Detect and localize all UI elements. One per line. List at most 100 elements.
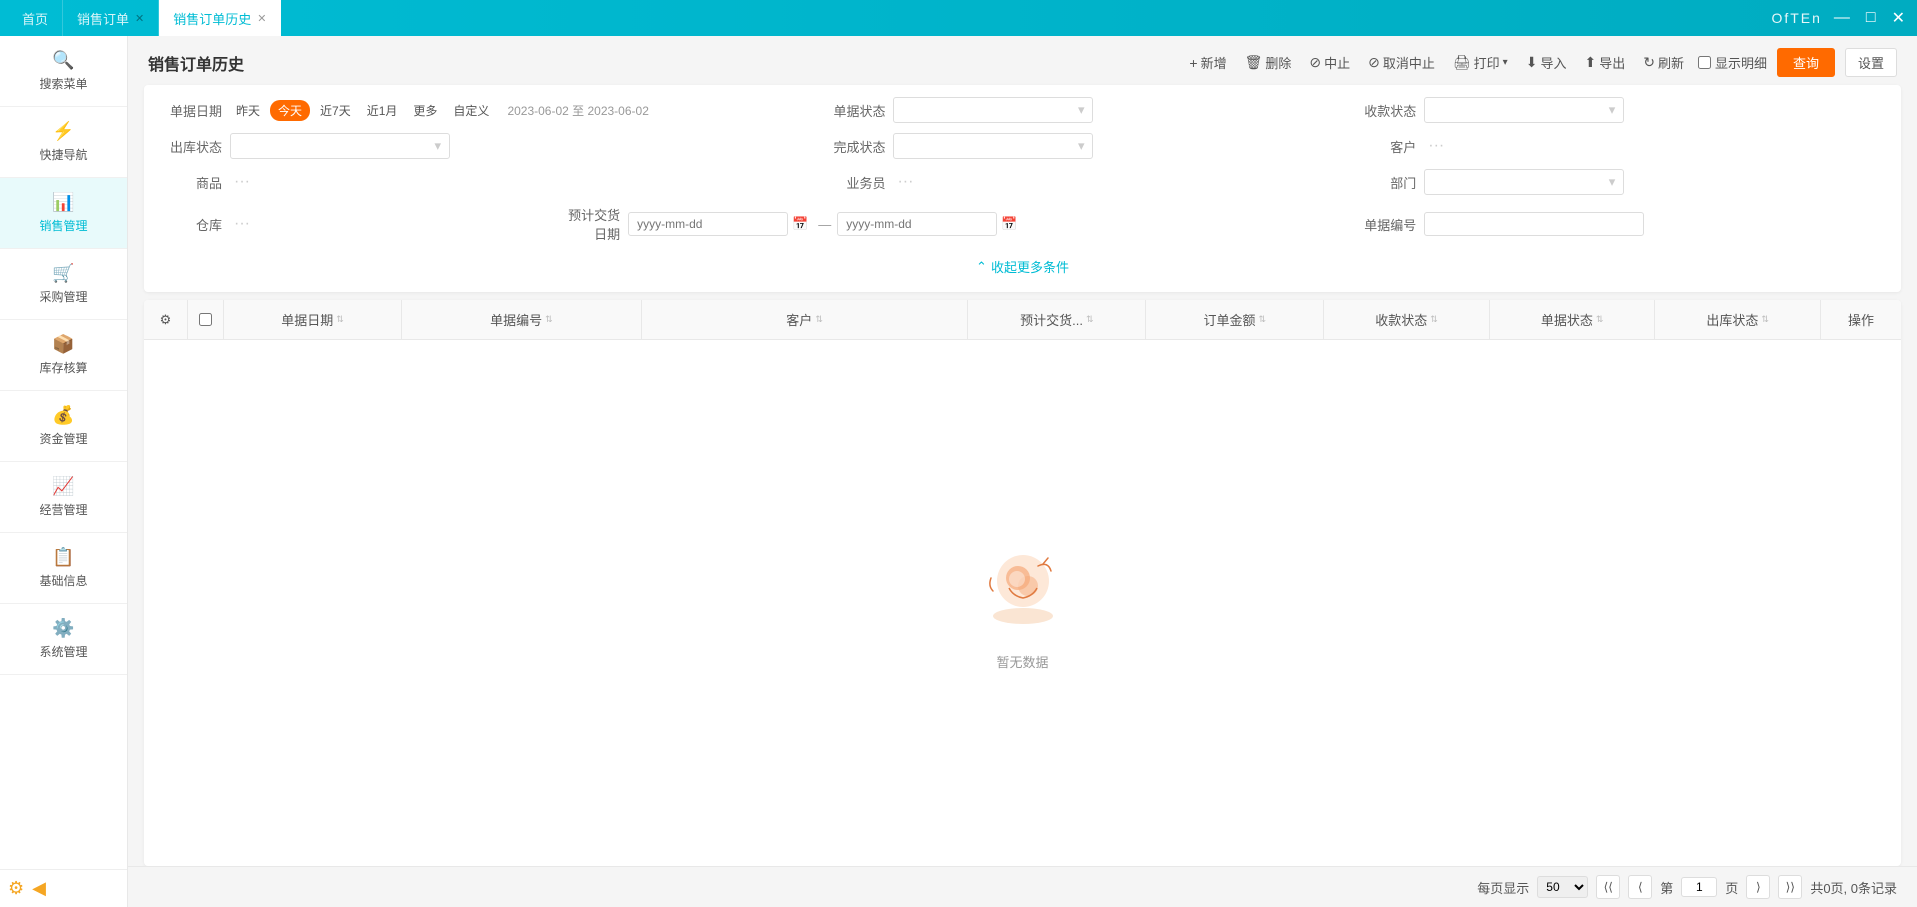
page-unit-label: 页 [1725, 878, 1738, 897]
refresh-label: 刷新 [1658, 53, 1684, 72]
sidebar-item-quicknav-label: 快捷导航 [39, 146, 87, 163]
filter-complete-status-select[interactable]: ▾ [893, 133, 1093, 159]
page-number-input[interactable] [1681, 877, 1717, 897]
table-header: ⚙ 单据日期 ⇅ 单据编号 ⇅ 客户 ⇅ 预计交货... [144, 300, 1901, 340]
th-pay-status-label: 收款状态 [1375, 310, 1427, 329]
total-record-label: 共0页, 0条记录 [1810, 878, 1897, 897]
toolbar-stop-btn[interactable]: ⊘ 中止 [1305, 51, 1354, 74]
display-toggle[interactable]: 显示明细 [1698, 53, 1767, 72]
toolbar-refresh-btn[interactable]: ↻ 刷新 [1639, 51, 1688, 74]
filter-order-status-cell: 单据状态 ▾ [823, 97, 1354, 123]
filter-complete-status-label: 完成状态 [823, 137, 893, 156]
th-out-status[interactable]: 出库状态 ⇅ [1655, 300, 1821, 339]
goods-dots[interactable]: ··· [234, 173, 250, 191]
toolbar-cancel-stop-btn[interactable]: ⊘ 取消中止 [1364, 51, 1439, 74]
filter-row-1: 单据日期 昨天 今天 近7天 近1月 更多 自定义 2023-06-02 至 2… [160, 97, 1885, 123]
sidebar-item-purchase[interactable]: 🛒 采购管理 [0, 249, 127, 320]
footer: 每页显示 10 20 50 100 ⟨⟨ ⟨ 第 页 ⟩ ⟩⟩ 共0页, 0条记… [128, 866, 1917, 907]
sidebar-item-inventory[interactable]: 📦 库存核算 [0, 320, 127, 391]
display-toggle-checkbox[interactable] [1698, 56, 1711, 69]
maximize-icon[interactable]: □ [1862, 5, 1880, 31]
prev-page-btn[interactable]: ⟨ [1628, 875, 1652, 899]
tab-sales-order-close[interactable]: ✕ [135, 12, 144, 25]
chevron-down-icon5: ▾ [1609, 174, 1616, 190]
customer-dots[interactable]: ··· [1428, 137, 1444, 155]
filter-out-status-select[interactable]: ▾ [230, 133, 450, 159]
toolbar-delete-btn[interactable]: 🗑 删除 [1241, 51, 1296, 74]
toolbar-new-btn[interactable]: + 新增 [1185, 51, 1230, 74]
filter-order-status-select[interactable]: ▾ [893, 97, 1093, 123]
filter-dept-cell: 部门 ▾ [1354, 169, 1885, 195]
sidebar-item-search[interactable]: 🔍 搜索菜单 [0, 36, 127, 107]
content-area: 销售订单历史 + 新增 🗑 删除 ⊘ 中止 ⊘ 取消中止 [128, 36, 1917, 907]
filter-order-no-input[interactable] [1424, 212, 1644, 236]
th-delivery[interactable]: 预计交货... ⇅ [968, 300, 1146, 339]
th-pay-status[interactable]: 收款状态 ⇅ [1324, 300, 1490, 339]
settings-button[interactable]: 设置 [1845, 48, 1897, 77]
sidebar-item-system[interactable]: ⚙️ 系统管理 [0, 604, 127, 675]
next-page-btn[interactable]: ⟩ [1746, 875, 1770, 899]
sidebar-item-basic-info[interactable]: 📋 基础信息 [0, 533, 127, 604]
th-out-status-label: 出库状态 [1706, 310, 1758, 329]
basic-info-icon: 📋 [52, 547, 74, 568]
tab-sales-order-history-close[interactable]: ✕ [257, 12, 266, 25]
first-page-btn[interactable]: ⟨⟨ [1596, 875, 1620, 899]
calendar-start-icon[interactable]: 📅 [792, 216, 808, 232]
toolbar: + 新增 🗑 删除 ⊘ 中止 ⊘ 取消中止 🖨 打印 [1185, 48, 1897, 77]
date-btn-yesterday[interactable]: 昨天 [230, 100, 266, 121]
sidebar-item-finance-label: 资金管理 [39, 430, 87, 447]
th-customer[interactable]: 客户 ⇅ [642, 300, 969, 339]
search-icon: 🔍 [52, 50, 74, 71]
warehouse-dots[interactable]: ··· [234, 215, 250, 233]
sidebar-item-quicknav[interactable]: ⚡ 快捷导航 [0, 107, 127, 178]
settings-bottom-icon[interactable]: ⚙ [8, 878, 24, 899]
delete-label: 删除 [1265, 53, 1291, 72]
th-order-status[interactable]: 单据状态 ⇅ [1490, 300, 1656, 339]
system-icon: ⚙️ [52, 618, 74, 639]
tab-home[interactable]: 首页 [8, 0, 63, 36]
sidebar-item-purchase-label: 采购管理 [39, 288, 87, 305]
close-icon[interactable]: ✕ [1888, 4, 1909, 32]
filter-date-label: 单据日期 [160, 101, 230, 120]
salesperson-dots[interactable]: ··· [897, 173, 913, 191]
calendar-end-icon[interactable]: 📅 [1001, 216, 1017, 232]
per-page-select[interactable]: 10 20 50 100 [1537, 876, 1588, 898]
date-btn-today[interactable]: 今天 [270, 100, 310, 121]
toolbar-print-btn[interactable]: 🖨 打印 ▾ [1449, 51, 1512, 74]
th-num[interactable]: 单据编号 ⇅ [402, 300, 642, 339]
select-all-checkbox[interactable] [199, 313, 212, 326]
purchase-icon: 🛒 [52, 263, 74, 284]
date-btn-1month[interactable]: 近1月 [361, 100, 404, 121]
tab-sales-order[interactable]: 销售订单 ✕ [63, 0, 159, 36]
th-amount[interactable]: 订单金额 ⇅ [1146, 300, 1324, 339]
toolbar-export-btn[interactable]: ⬆ 导出 [1580, 51, 1629, 74]
collapse-sidebar-icon[interactable]: ◀ [32, 878, 46, 899]
date-btn-7days[interactable]: 近7天 [314, 100, 357, 121]
filter-delivery-end-input[interactable] [837, 212, 997, 236]
tab-sales-order-history-label: 销售订单历史 [173, 9, 251, 28]
tab-sales-order-history[interactable]: 销售订单历史 ✕ [159, 0, 281, 36]
th-settings[interactable]: ⚙ [144, 300, 188, 339]
date-btn-custom[interactable]: 自定义 [447, 100, 495, 121]
sort-num-icon: ⇅ [545, 314, 553, 325]
minimize-icon[interactable]: — [1830, 5, 1854, 31]
sidebar-item-finance[interactable]: 💰 资金管理 [0, 391, 127, 462]
toolbar-import-btn[interactable]: ⬇ 导入 [1522, 51, 1571, 74]
filter-delivery-start-input[interactable] [628, 212, 788, 236]
filter-payment-status-select[interactable]: ▾ [1424, 97, 1624, 123]
sort-customer-icon: ⇅ [815, 314, 823, 325]
collapse-btn[interactable]: ⌃ 收起更多条件 [976, 253, 1069, 280]
date-btn-more[interactable]: 更多 [407, 100, 443, 121]
th-order-status-label: 单据状态 [1541, 310, 1593, 329]
last-page-btn[interactable]: ⟩⟩ [1778, 875, 1802, 899]
filter-dept-select[interactable]: ▾ [1424, 169, 1624, 195]
query-button[interactable]: 查询 [1777, 48, 1835, 77]
sidebar-item-sales[interactable]: 📊 销售管理 [0, 178, 127, 249]
import-label: 导入 [1540, 53, 1566, 72]
th-date[interactable]: 单据日期 ⇅ [224, 300, 402, 339]
filter-date-buttons: 昨天 今天 近7天 近1月 更多 自定义 2023-06-02 至 2023-0… [230, 100, 649, 121]
th-checkbox[interactable] [188, 300, 224, 339]
filter-out-status-cell: 出库状态 ▾ [160, 133, 823, 159]
filter-warehouse-label: 仓库 [160, 215, 230, 234]
sidebar-item-operations[interactable]: 📈 经营管理 [0, 462, 127, 533]
